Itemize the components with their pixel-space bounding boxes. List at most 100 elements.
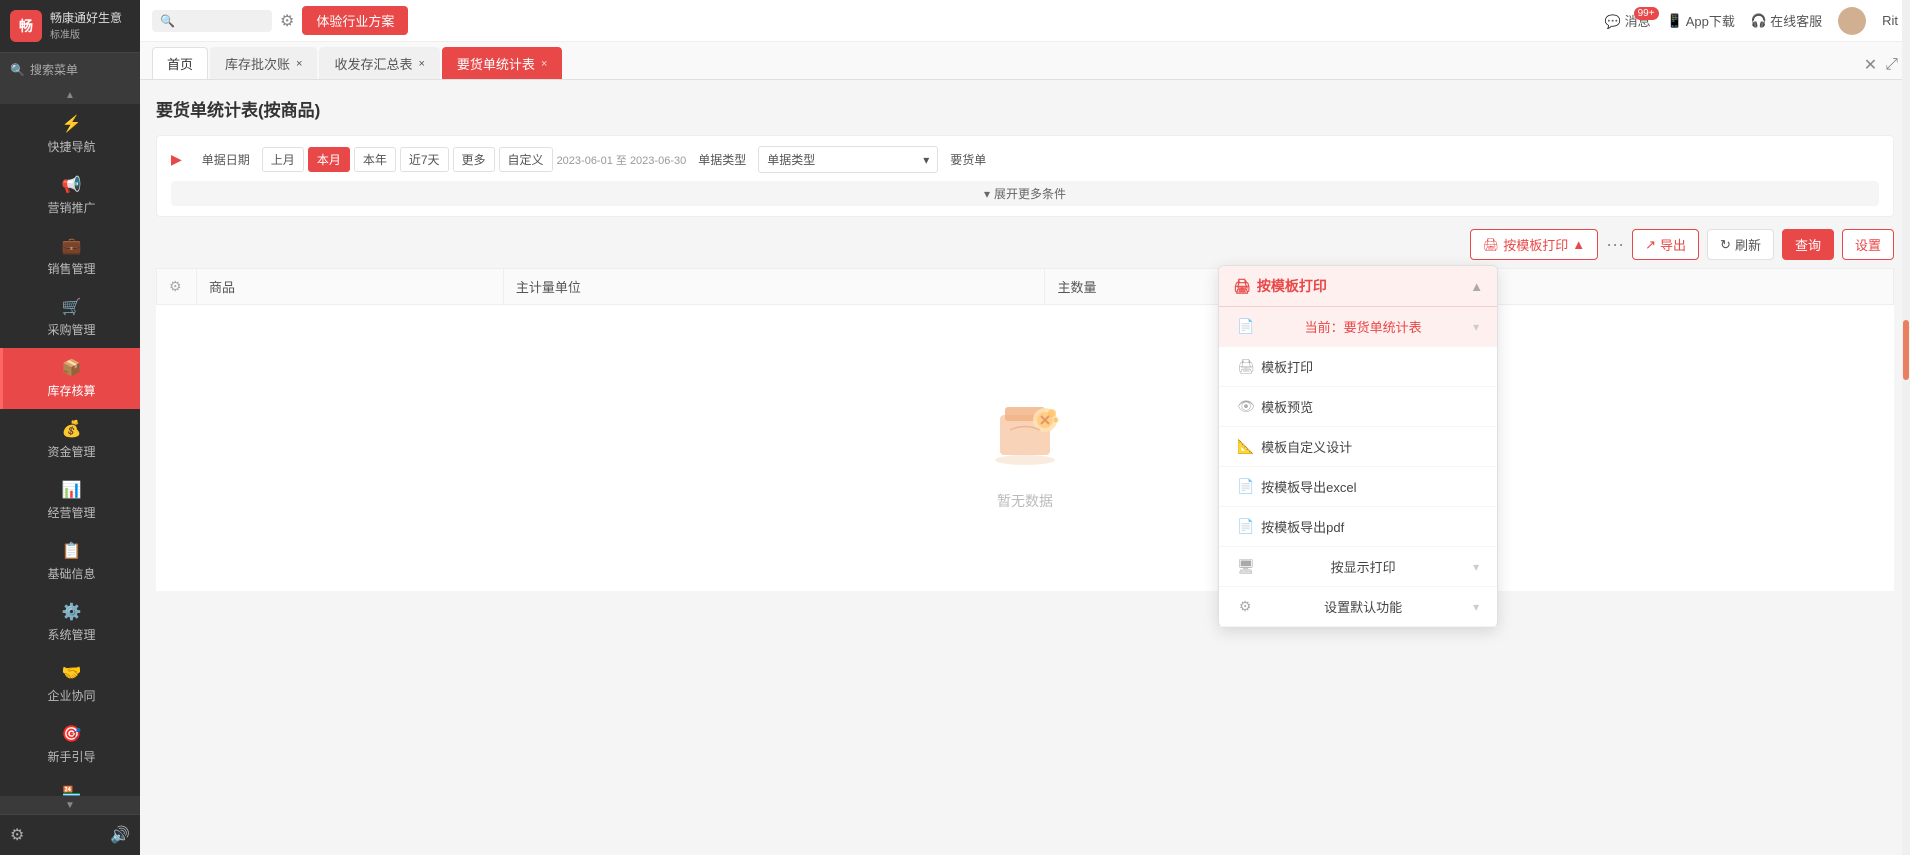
tab-maximize-icon[interactable]: ⤢ [1885, 56, 1898, 74]
settings-bottom-icon[interactable]: ⚙ [10, 825, 24, 845]
dropdown-template-pdf[interactable]: 📄 按模板导出pdf [1219, 507, 1497, 547]
sidebar-item-marketing[interactable]: 📢 营销推广 [0, 165, 140, 226]
sidebar-item-basic[interactable]: 📋 基础信息 [0, 531, 140, 592]
sidebar-item-quick[interactable]: ⚡ 快捷导航 [0, 104, 140, 165]
dropdown-template-custom[interactable]: 📐 模板自定义设计 [1219, 427, 1497, 467]
printer-icon: 🖨 [1483, 237, 1500, 253]
refresh-icon: ↻ [1720, 237, 1731, 253]
right-scrollbar[interactable] [1902, 0, 1910, 855]
tab-inventory-batch[interactable]: 库存批次账 × [210, 47, 317, 79]
template-excel-icon: 📄 [1237, 478, 1253, 495]
collab-icon: 🤝 [62, 663, 82, 683]
system-icon: ⚙️ [62, 602, 82, 622]
sales-icon: 💼 [62, 236, 82, 256]
template-custom-icon: 📐 [1237, 438, 1253, 455]
trial-industry-button[interactable]: 体验行业方案 [302, 6, 408, 35]
dropdown-up-icon[interactable]: ▲ [1470, 279, 1483, 294]
current-template-icon: 📄 [1237, 318, 1253, 335]
tab-close-order-stats[interactable]: × [541, 58, 547, 70]
default-func-icon: ⚙ [1237, 598, 1253, 615]
tab-order-stats[interactable]: 要货单统计表 × [442, 47, 562, 79]
export-button[interactable]: ↗ 导出 [1632, 229, 1699, 260]
template-pdf-icon: 📄 [1237, 518, 1253, 535]
marketing-icon: 📢 [62, 175, 82, 195]
date-btn-this-year[interactable]: 本年 [354, 147, 396, 172]
table-column-settings-icon[interactable]: ⚙ [169, 278, 182, 294]
query-button[interactable]: 查询 [1782, 229, 1834, 260]
print-dropdown-wrapper: 🖨 按模板打印 ▲ 🖨 按模板打印 ▲ [1470, 229, 1598, 260]
inventory-icon: 📦 [62, 358, 82, 378]
sidebar-scroll-up[interactable]: ▲ [0, 86, 140, 104]
user-avatar[interactable] [1838, 7, 1866, 35]
toolbar: 🖨 按模板打印 ▲ 🖨 按模板打印 ▲ [156, 229, 1894, 260]
date-btn-custom[interactable]: 自定义 [499, 147, 553, 172]
filter-row: ▶ 单据日期 上月 本月 本年 近7天 更多 自定义 2023-06-01 至 … [171, 146, 1879, 173]
col-header-product: 商品 [197, 269, 504, 305]
col-header-unit: 主计量单位 [503, 269, 1045, 305]
dropdown-template-print[interactable]: 🖨 模板打印 [1219, 347, 1497, 387]
dropdown-template-preview[interactable]: 👁 模板预览 [1219, 387, 1497, 427]
toolbar-more-btn[interactable]: ··· [1606, 234, 1624, 255]
sidebar-item-operation[interactable]: 📊 经营管理 [0, 470, 140, 531]
tab-close-revenue-summary[interactable]: × [418, 58, 424, 70]
select-chevron-icon: ▾ [923, 153, 929, 167]
topbar: 🔍 ⚙ 体验行业方案 💬 消息 99+ 📱 App下载 🎧 在线客服 Rit [140, 0, 1910, 42]
sidebar-nav: ⚡ 快捷导航 📢 营销推广 💼 销售管理 🛒 采购管理 📦 库存核算 💰 资金管… [0, 104, 140, 796]
tab-revenue-summary[interactable]: 收发存汇总表 × [319, 47, 439, 79]
order-type-select[interactable]: 单据类型 ▾ [758, 146, 938, 173]
tab-home[interactable]: 首页 [152, 47, 208, 79]
logo-icon: 畅 [10, 10, 42, 42]
appstore-icon: 🏪 [62, 785, 82, 796]
refresh-button[interactable]: ↻ 刷新 [1707, 229, 1774, 260]
tab-close-all-icon[interactable]: ✕ [1864, 55, 1877, 75]
search-topbar-icon: 🔍 [160, 14, 175, 28]
topbar-search-box[interactable]: 🔍 [152, 10, 272, 32]
purchase-icon: 🛒 [62, 297, 82, 317]
sidebar-item-inventory[interactable]: 📦 库存核算 [0, 348, 140, 409]
app-download-btn[interactable]: 📱 App下载 [1667, 11, 1735, 30]
messages-btn[interactable]: 💬 消息 99+ [1605, 11, 1651, 30]
main-area: 🔍 ⚙ 体验行业方案 💬 消息 99+ 📱 App下载 🎧 在线客服 Rit [140, 0, 1910, 855]
newbie-icon: 🎯 [62, 724, 82, 744]
sidebar-item-newbie[interactable]: 🎯 新手引导 [0, 714, 140, 775]
search-icon: 🔍 [10, 63, 25, 77]
data-table: ⚙ 商品 主计量单位 主数量 零售金额 [156, 268, 1894, 591]
filter-collapse-icon[interactable]: ▶ [171, 151, 182, 168]
date-btn-7days[interactable]: 近7天 [400, 147, 449, 172]
online-service-btn[interactable]: 🎧 在线客服 [1751, 11, 1822, 30]
sidebar-item-system[interactable]: ⚙️ 系统管理 [0, 592, 140, 653]
template-print-button[interactable]: 🖨 按模板打印 ▲ [1470, 229, 1598, 260]
phone-icon: 📱 [1667, 13, 1683, 29]
date-btn-last-month[interactable]: 上月 [262, 147, 304, 172]
chevron-down-icon: ▾ [984, 187, 990, 201]
sidebar: 畅 畅康通好生意 标准版 🔍 搜索菜单 ▲ ⚡ 快捷导航 📢 营销推广 💼 销售… [0, 0, 140, 855]
settings-button[interactable]: 设置 [1842, 229, 1894, 260]
dropdown-current-template[interactable]: 📄 当前：要货单统计表 ▾ [1219, 307, 1497, 347]
sidebar-item-purchase[interactable]: 🛒 采购管理 [0, 287, 140, 348]
dropdown-print-icon: 🖨 [1233, 278, 1251, 295]
expand-more-conditions-btn[interactable]: ▾ 展开更多条件 [171, 181, 1879, 206]
date-btn-more[interactable]: 更多 [453, 147, 495, 172]
sidebar-item-appstore[interactable]: 🏪 应用中心 [0, 775, 140, 796]
page-content: 要货单统计表(按商品) ▶ 单据日期 上月 本月 本年 近7天 更多 自定义 2… [140, 80, 1910, 855]
sidebar-item-finance[interactable]: 💰 资金管理 [0, 409, 140, 470]
tab-close-inventory-batch[interactable]: × [296, 58, 302, 70]
filter-bar: ▶ 单据日期 上月 本月 本年 近7天 更多 自定义 2023-06-01 至 … [156, 135, 1894, 217]
sidebar-item-sales[interactable]: 💼 销售管理 [0, 226, 140, 287]
empty-text: 暂无数据 [997, 491, 1053, 511]
message-icon: 💬 [1605, 14, 1621, 29]
sidebar-search[interactable]: 🔍 搜索菜单 [0, 53, 140, 86]
speaker-icon[interactable]: 🔊 [110, 825, 130, 845]
sidebar-item-collab[interactable]: 🤝 企业协同 [0, 653, 140, 714]
topbar-gear-icon[interactable]: ⚙ [280, 11, 294, 31]
sidebar-scroll-down[interactable]: ▼ [0, 796, 140, 814]
dropdown-default-func[interactable]: ⚙ 设置默认功能 ▾ [1219, 587, 1497, 627]
current-template-chevron: ▾ [1473, 320, 1479, 334]
print-chevron-up-icon: ▲ [1572, 237, 1585, 252]
dropdown-template-excel[interactable]: 📄 按模板导出excel [1219, 467, 1497, 507]
operation-icon: 📊 [62, 480, 82, 500]
dropdown-header: 🖨 按模板打印 ▲ [1219, 266, 1497, 307]
dropdown-display-print[interactable]: 🖥 按显示打印 ▾ [1219, 547, 1497, 587]
date-btn-this-month[interactable]: 本月 [308, 147, 350, 172]
template-print-icon: 🖨 [1237, 358, 1253, 375]
